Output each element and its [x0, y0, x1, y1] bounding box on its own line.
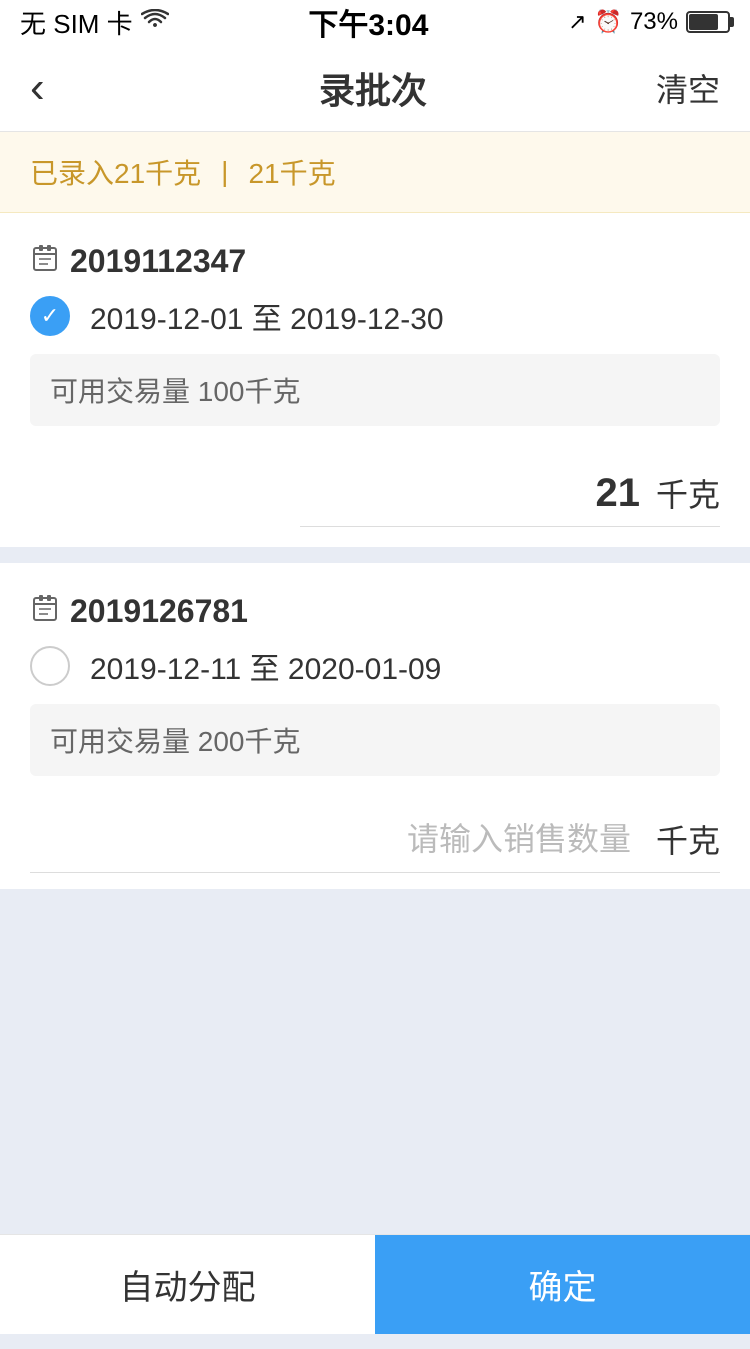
location-icon: ↗	[568, 9, 586, 35]
available-qty-1: 可用交易量 100千克	[30, 354, 720, 426]
info-banner: 已录入21千克 | 21千克	[0, 132, 750, 213]
info-divider: |	[221, 156, 228, 188]
batch-item-1: 2019112347 ✓ 2019-12-01 至 2019-12-30 可用交…	[0, 213, 750, 426]
batch-card-2: 2019126781 2019-12-11 至 2020-01-09 可用交易量…	[0, 563, 750, 889]
wifi-icon	[141, 7, 169, 38]
status-bar: 无 SIM 卡 下午3:04 ↗ ⏰ 73%	[0, 0, 750, 44]
batch-date-1: 2019-12-01 至 2019-12-30	[90, 294, 444, 338]
nav-bar: ‹ 录批次 清空	[0, 44, 750, 132]
check-icon-1: ✓	[41, 303, 59, 329]
battery-icon	[686, 11, 730, 33]
batch-id-1: 2019112347	[70, 243, 246, 280]
time-display: 下午3:04	[308, 0, 428, 44]
auto-distribute-button[interactable]: 自动分配	[0, 1235, 375, 1334]
batch-date-row-2: 2019-12-11 至 2020-01-09	[30, 644, 720, 688]
status-right: ↗ ⏰ 73%	[568, 8, 730, 36]
batch-header-2: 2019126781	[30, 593, 720, 630]
alarm-icon: ⏰	[595, 9, 622, 35]
recorded-amount: 已录入21千克	[30, 152, 201, 192]
radio-button-1[interactable]: ✓	[30, 296, 70, 336]
input-unit-2: 千克	[656, 816, 720, 862]
input-row-2: 千克	[0, 796, 750, 872]
qty-unit-1: 千克	[656, 470, 720, 516]
qty-row-1: 21 千克	[0, 446, 750, 526]
carrier-text: 无 SIM 卡	[20, 4, 133, 41]
available-qty-2: 可用交易量 200千克	[30, 704, 720, 776]
batch-date-2: 2019-12-11 至 2020-01-09	[90, 644, 441, 688]
total-amount: 21千克	[248, 152, 335, 192]
batch-header-1: 2019112347	[30, 243, 720, 280]
radio-button-2[interactable]	[30, 646, 70, 686]
batch-item-2: 2019126781 2019-12-11 至 2020-01-09 可用交易量…	[0, 563, 750, 776]
clear-button[interactable]: 清空	[656, 65, 720, 111]
battery-percent: 73%	[630, 8, 678, 36]
section-divider	[0, 547, 750, 563]
status-left: 无 SIM 卡	[20, 4, 169, 41]
batch-date-row-1: ✓ 2019-12-01 至 2019-12-30	[30, 294, 720, 338]
qty-value-1: 21	[595, 471, 640, 516]
batch-id-2: 2019126781	[70, 593, 248, 630]
confirm-button[interactable]: 确定	[375, 1235, 750, 1334]
back-button[interactable]: ‹	[30, 63, 90, 113]
batch-icon-2	[30, 594, 60, 630]
page-title: 录批次	[319, 62, 427, 114]
batch-icon-1	[30, 244, 60, 280]
bottom-bar: 自动分配 确定	[0, 1234, 750, 1334]
qty-input-2[interactable]	[30, 821, 646, 858]
batch-card-1: 2019112347 ✓ 2019-12-01 至 2019-12-30 可用交…	[0, 213, 750, 547]
